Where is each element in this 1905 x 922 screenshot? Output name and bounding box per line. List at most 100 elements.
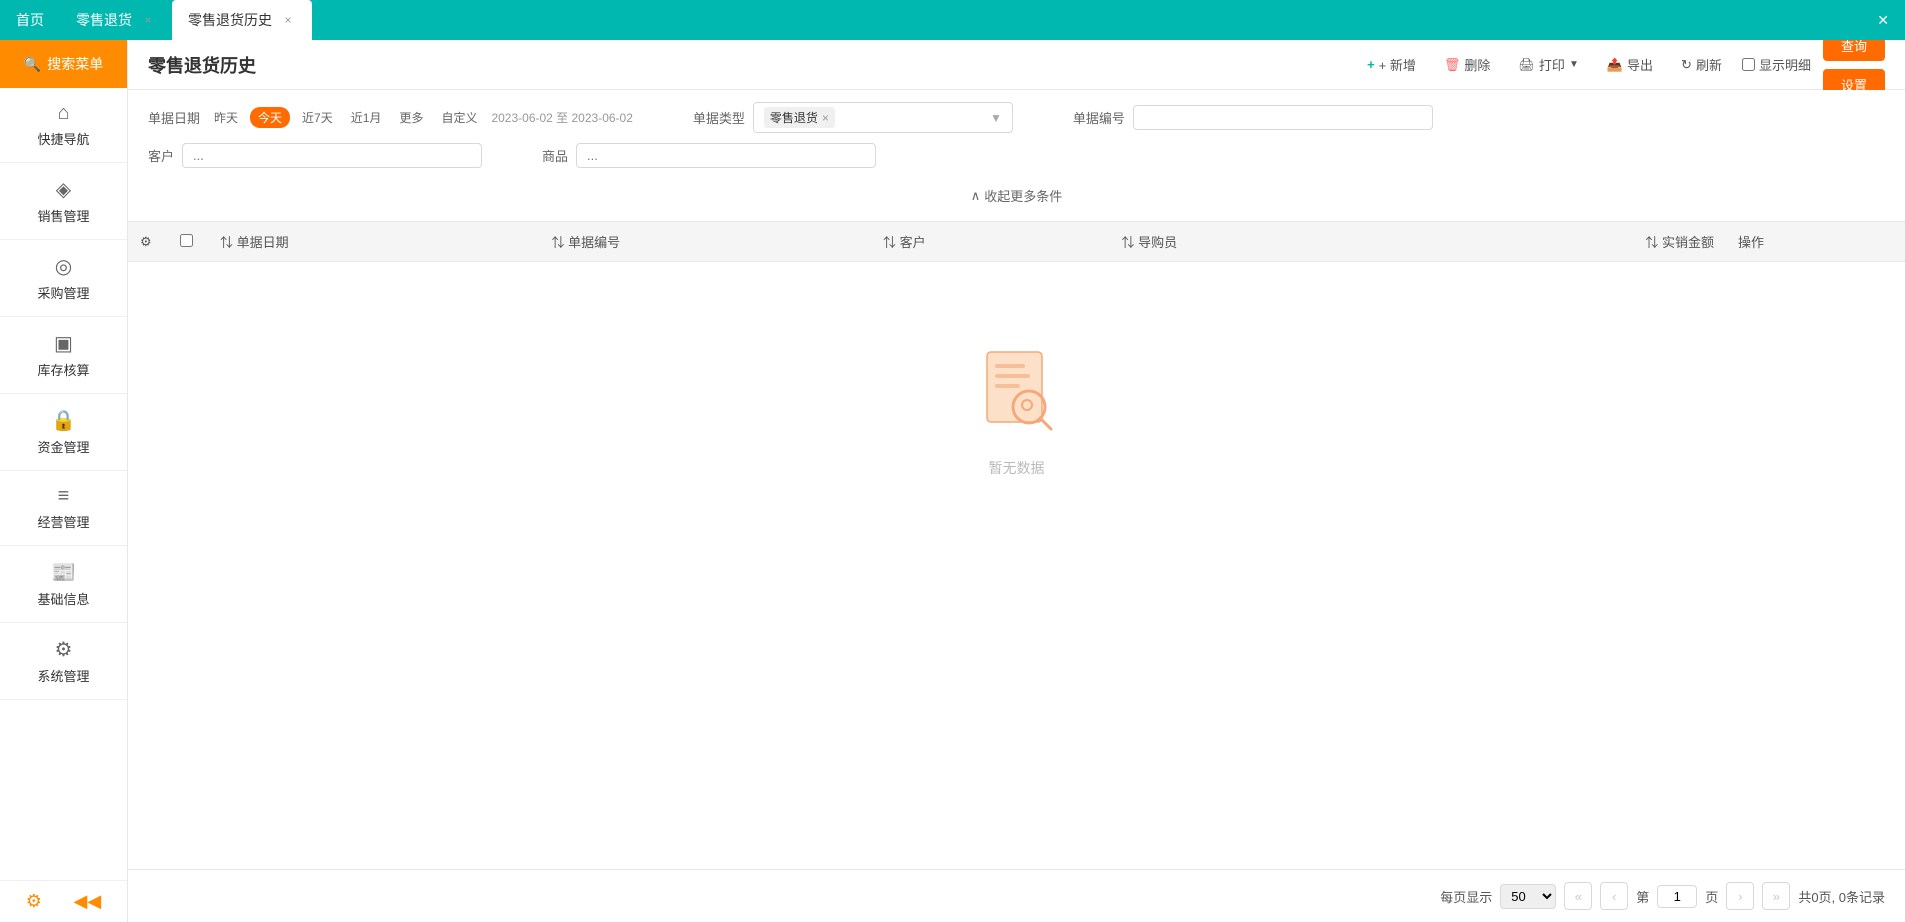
page-number-input[interactable]	[1657, 885, 1697, 908]
date-btn-more[interactable]: 更多	[393, 107, 429, 128]
th-amount-text: 实销金额	[1662, 235, 1714, 250]
th-guide-text: 导购员	[1138, 235, 1177, 250]
query-button[interactable]: 查询	[1823, 40, 1885, 61]
sidebar-item-basic-info[interactable]: 📰 基础信息	[0, 546, 127, 623]
collapse-row: ∧ 收起更多条件	[148, 178, 1885, 213]
date-filter: 单据日期 昨天 今天 近7天 近1月 更多 自定义 2023-06-02 至 2…	[148, 107, 633, 128]
operation-icon: ≡	[58, 485, 70, 508]
th-customer-label: ⇅	[883, 235, 900, 250]
tab-home[interactable]: 首页	[0, 0, 60, 40]
new-button[interactable]: + + 新增	[1359, 51, 1424, 78]
page-size-select[interactable]: 50 10 20 100	[1500, 884, 1556, 909]
tab-retail-return-history-close[interactable]: ×	[280, 12, 296, 28]
sidebar-item-sales-mgmt-label: 销售管理	[37, 206, 89, 225]
show-detail-checkbox-wrapper[interactable]: 显示明细	[1742, 55, 1811, 74]
home-icon: ⌂	[57, 102, 69, 125]
date-range-display: 2023-06-02 至 2023-06-02	[491, 109, 632, 126]
th-customer[interactable]: ⇅ 客户	[871, 222, 1109, 262]
date-btn-today[interactable]: 今天	[250, 107, 290, 128]
th-settings[interactable]: ⚙	[128, 222, 168, 262]
sidebar-bottom: ⚙ ◀◀	[0, 880, 127, 922]
show-detail-checkbox[interactable]	[1742, 58, 1755, 71]
purchase-icon: ◎	[55, 254, 72, 279]
select-all-checkbox[interactable]	[180, 234, 193, 247]
th-checkbox[interactable]	[168, 222, 208, 262]
sales-icon: ◈	[56, 177, 71, 202]
sidebar-item-operation-mgmt-label: 经营管理	[37, 512, 89, 531]
tab-retail-return[interactable]: 零售退货 ×	[60, 0, 172, 40]
sidebar-item-operation-mgmt[interactable]: ≡ 经营管理	[0, 471, 127, 546]
sidebar-item-quick-nav[interactable]: ⌂ 快捷导航	[0, 88, 127, 163]
tab-list: 首页 零售退货 × 零售退货历史 ×	[0, 0, 1877, 40]
th-date-label: ⇅	[220, 235, 237, 250]
basic-info-icon: 📰	[51, 560, 76, 585]
page-unit: 页	[1705, 887, 1718, 906]
number-filter-label: 单据编号	[1073, 108, 1125, 127]
customer-input[interactable]	[182, 143, 482, 168]
top-bar: 首页 零售退货 × 零售退货历史 × ✕	[0, 0, 1905, 40]
prev-page-button[interactable]: ‹	[1600, 882, 1628, 910]
sidebar-item-system-mgmt[interactable]: ⚙ 系统管理	[0, 623, 127, 700]
th-number-text: 单据编号	[568, 235, 620, 250]
th-number[interactable]: ⇅ 单据编号	[540, 222, 872, 262]
tab-home-label: 首页	[16, 10, 44, 30]
number-input[interactable]	[1133, 105, 1433, 130]
tab-retail-return-history[interactable]: 零售退货历史 ×	[172, 0, 312, 40]
empty-text: 暂无数据	[989, 458, 1045, 478]
date-btn-yesterday[interactable]: 昨天	[208, 107, 244, 128]
refresh-button[interactable]: ↻ 刷新	[1673, 51, 1730, 78]
first-page-button[interactable]: «	[1564, 882, 1592, 910]
date-filter-label: 单据日期	[148, 108, 200, 127]
th-date[interactable]: ⇅ 单据日期	[208, 222, 540, 262]
empty-icon	[967, 342, 1067, 442]
window-close-button[interactable]: ✕	[1877, 12, 1905, 29]
sidebar-item-finance-mgmt[interactable]: 🔒 资金管理	[0, 394, 127, 471]
sidebar-item-system-mgmt-label: 系统管理	[37, 666, 89, 685]
pagination: 每页显示 50 10 20 100 « ‹ 第 页 › » 共0页, 0条记录	[128, 869, 1905, 922]
export-icon: 📤	[1607, 57, 1623, 73]
tab-retail-return-close[interactable]: ×	[140, 12, 156, 28]
print-chevron-icon: ▼	[1569, 59, 1579, 70]
date-btn-7days[interactable]: 近7天	[296, 107, 339, 128]
goods-input[interactable]	[576, 143, 876, 168]
sidebar-item-purchase-mgmt-label: 采购管理	[37, 283, 89, 302]
type-select-chevron: ▼	[990, 111, 1002, 125]
th-amount[interactable]: ⇅ 实销金额	[1394, 222, 1726, 262]
th-guide[interactable]: ⇅ 导购员	[1110, 222, 1395, 262]
table-area: ⚙ ⇅ 单据日期 ⇅ 单据编号	[128, 222, 1905, 869]
sidebar-item-inventory-label: 库存核算	[37, 360, 89, 379]
sidebar-search[interactable]: 🔍 搜索菜单	[0, 40, 127, 88]
filter-area: 单据日期 昨天 今天 近7天 近1月 更多 自定义 2023-06-02 至 2…	[128, 90, 1905, 222]
type-select[interactable]: 零售退货 × ▼	[753, 102, 1013, 133]
sidebar-item-purchase-mgmt[interactable]: ◎ 采购管理	[0, 240, 127, 317]
export-button[interactable]: 📤 导出	[1599, 51, 1661, 78]
sidebar-audio-icon[interactable]: ◀◀	[74, 891, 102, 912]
print-label: 打印	[1539, 55, 1565, 74]
delete-button[interactable]: 🗑 删除	[1436, 51, 1499, 78]
table-header-row: ⚙ ⇅ 单据日期 ⇅ 单据编号	[128, 222, 1905, 262]
date-btn-custom[interactable]: 自定义	[435, 107, 483, 128]
content-area: 零售退货历史 + + 新增 🗑 删除 🖨 打印 ▼ 📤 导出	[128, 40, 1905, 922]
print-button[interactable]: 🖨 打印 ▼	[1510, 51, 1586, 78]
filter-row-2: 客户 商品	[148, 143, 1885, 168]
search-icon: 🔍	[24, 56, 41, 73]
next-page-button[interactable]: ›	[1726, 882, 1754, 910]
system-icon: ⚙	[55, 637, 73, 662]
type-tag-remove[interactable]: ×	[822, 111, 829, 125]
sidebar-item-sales-mgmt[interactable]: ◈ 销售管理	[0, 163, 127, 240]
page-title: 零售退货历史	[148, 52, 256, 78]
sidebar-settings-icon[interactable]: ⚙	[26, 891, 42, 912]
customer-filter-label: 客户	[148, 146, 174, 165]
sidebar: 🔍 搜索菜单 ⌂ 快捷导航 ◈ 销售管理 ◎ 采购管理 ▣ 库存核算 🔒 资金管…	[0, 40, 128, 922]
page-header: 零售退货历史 + + 新增 🗑 删除 🖨 打印 ▼ 📤 导出	[128, 40, 1905, 90]
type-selected-tags: 零售退货 ×	[764, 107, 835, 128]
last-page-button[interactable]: »	[1762, 882, 1790, 910]
sidebar-item-inventory[interactable]: ▣ 库存核算	[0, 317, 127, 394]
refresh-label: 刷新	[1696, 55, 1722, 74]
date-btn-1month[interactable]: 近1月	[345, 107, 388, 128]
collapse-button[interactable]: ∧ 收起更多条件	[955, 182, 1079, 209]
new-icon: +	[1367, 57, 1375, 72]
page-size-label: 每页显示	[1440, 887, 1492, 906]
number-filter: 单据编号	[1073, 105, 1433, 130]
empty-state: 暂无数据	[128, 262, 1905, 558]
